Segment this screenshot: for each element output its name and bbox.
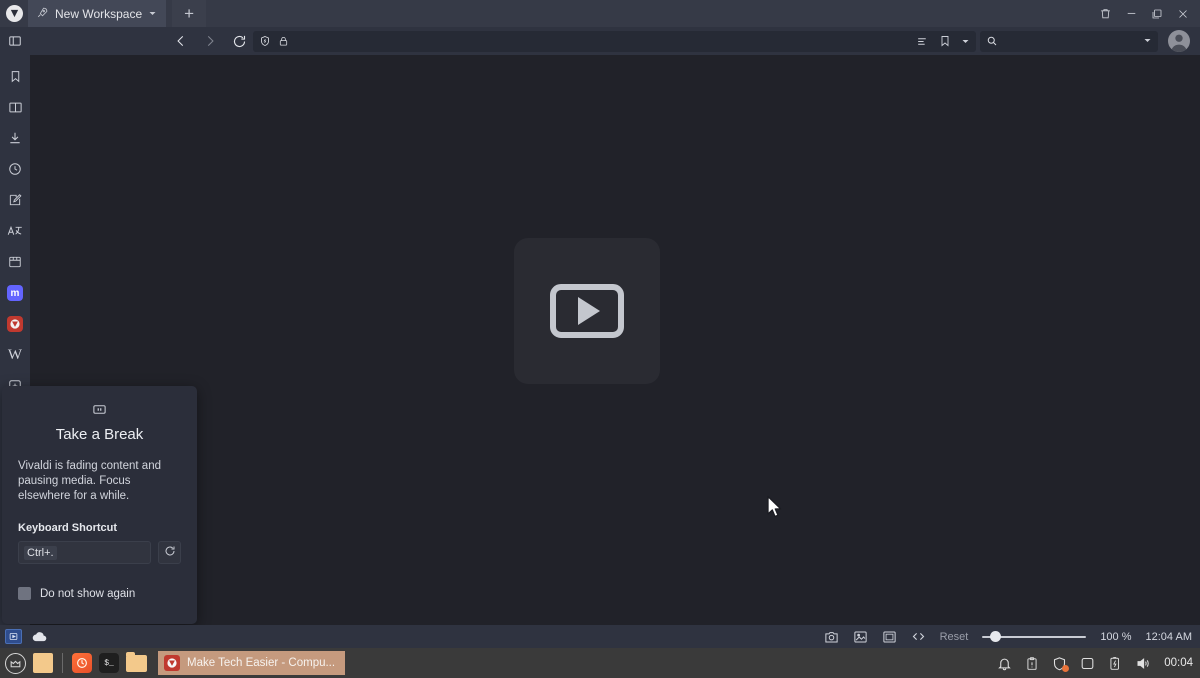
taskbar-window-title: Make Tech Easier - Compu... <box>187 657 336 669</box>
pause-icon <box>18 402 181 417</box>
sidebar-item-translate[interactable] <box>5 222 25 240</box>
taskbar-window-button[interactable]: Make Tech Easier - Compu... <box>158 651 346 675</box>
camera-capture-icon[interactable] <box>824 630 839 644</box>
take-a-break-popup: Take a Break Vivaldi is fading content a… <box>2 386 197 624</box>
tile-icon[interactable] <box>882 630 897 644</box>
vivaldi-icon <box>164 655 180 671</box>
sidebar-item-notes[interactable] <box>5 191 25 209</box>
status-bar-right: Reset 100 % 12:04 AM <box>824 630 1200 644</box>
address-bar[interactable] <box>253 30 976 52</box>
new-tab-button[interactable]: + <box>172 0 207 27</box>
image-toggle-icon[interactable] <box>853 630 868 644</box>
zoom-reset-button[interactable]: Reset <box>940 631 969 643</box>
code-icon[interactable] <box>911 630 926 643</box>
keyboard-shortcut-label: Keyboard Shortcut <box>18 522 118 534</box>
clipboard-alert-icon[interactable] <box>1025 656 1039 671</box>
do-not-show-again-label: Do not show again <box>40 587 136 600</box>
taskbar-launchers: $_ Make Tech Easier - Compu... <box>0 651 346 675</box>
title-bar: New Workspace + <box>0 0 1200 27</box>
address-bar-actions <box>916 35 970 48</box>
sidebar-item-bookmarks[interactable] <box>5 67 25 85</box>
do-not-show-again-checkbox[interactable] <box>18 587 31 600</box>
firefox-icon[interactable] <box>72 653 92 673</box>
sidebar-item-history[interactable] <box>5 160 25 178</box>
trash-icon[interactable] <box>1092 0 1118 27</box>
mouse-cursor <box>766 495 783 525</box>
lock-icon[interactable] <box>278 36 289 47</box>
chevron-down-icon[interactable] <box>148 7 157 21</box>
browser-window: New Workspace + m W Take a Break Vivaldi… <box>0 0 1200 678</box>
os-taskbar: $_ Make Tech Easier - Compu... 00:04 <box>0 648 1200 678</box>
show-desktop-icon[interactable] <box>33 653 53 673</box>
rocket-icon <box>36 6 49 22</box>
panel-toggle-icon[interactable] <box>0 34 30 48</box>
sidebar-item-reading-list[interactable] <box>5 98 25 116</box>
status-bar-clock: 12:04 AM <box>1145 630 1192 643</box>
status-bar: Reset 100 % 12:04 AM <box>0 625 1200 648</box>
sidebar-item-mastodon[interactable]: m <box>5 284 25 302</box>
navigation-toolbar <box>0 27 1200 55</box>
reload-icon[interactable] <box>231 32 247 50</box>
maximize-icon[interactable] <box>1144 0 1170 27</box>
titlebar-drag-area <box>206 0 1092 27</box>
profile-avatar <box>1168 30 1190 52</box>
video-play-placeholder-icon[interactable] <box>514 238 660 384</box>
taskbar-separator <box>62 653 63 673</box>
linux-mint-menu-icon[interactable] <box>5 652 26 674</box>
shortcut-input[interactable]: Ctrl+. <box>18 541 151 564</box>
minimize-icon[interactable] <box>1118 0 1144 27</box>
reader-mode-icon[interactable] <box>916 35 929 48</box>
plus-icon: + <box>184 4 195 23</box>
bookmark-icon[interactable] <box>939 35 951 47</box>
terminal-icon[interactable]: $_ <box>99 653 119 673</box>
shortcut-value: Ctrl+. <box>24 545 57 560</box>
sidebar-item-downloads[interactable] <box>5 129 25 147</box>
vivaldi-logo-icon[interactable] <box>6 5 23 22</box>
page-content <box>30 55 1200 625</box>
shield-icon[interactable] <box>259 35 271 47</box>
status-bar-left <box>0 629 47 644</box>
keyboard-shortcut-row: Ctrl+. <box>18 541 181 564</box>
zoom-slider[interactable] <box>982 631 1087 643</box>
wikipedia-icon: W <box>7 346 23 363</box>
chevron-down-icon[interactable] <box>961 37 970 46</box>
speaker-icon[interactable] <box>1135 656 1151 671</box>
back-arrow-icon[interactable] <box>173 32 189 50</box>
cloud-icon[interactable] <box>31 630 47 643</box>
play-button-outline <box>550 284 624 338</box>
battery-charging-icon[interactable] <box>1108 656 1122 671</box>
shield-icon[interactable] <box>1052 656 1070 672</box>
sidebar-item-vivaldi-web[interactable] <box>5 315 25 333</box>
search-field[interactable] <box>980 30 1158 52</box>
play-triangle-icon <box>578 297 600 325</box>
forward-arrow-icon[interactable] <box>202 32 218 50</box>
display-icon[interactable] <box>1080 656 1095 671</box>
do-not-show-again-row[interactable]: Do not show again <box>18 587 181 600</box>
shield-status-dot <box>1062 664 1070 672</box>
bell-icon[interactable] <box>997 656 1012 671</box>
window-controls <box>1092 0 1196 27</box>
zoom-slider-thumb[interactable] <box>990 631 1002 642</box>
system-tray: 00:04 <box>997 656 1200 672</box>
vivaldi-icon <box>7 316 23 332</box>
shortcut-reset-button[interactable] <box>158 541 181 564</box>
sidebar-item-wikipedia[interactable]: W <box>5 346 25 364</box>
reset-icon <box>164 544 176 562</box>
zoom-level-value: 100 % <box>1100 630 1132 643</box>
taskbar-clock: 00:04 <box>1164 657 1193 669</box>
popup-title: Take a Break <box>55 426 144 443</box>
profile-button[interactable] <box>1158 30 1200 52</box>
popup-description: Vivaldi is fading content and pausing me… <box>18 460 161 502</box>
mastodon-icon: m <box>7 285 23 301</box>
file-manager-icon[interactable] <box>126 651 147 672</box>
nav-buttons <box>173 32 247 50</box>
sidebar-item-window-panel[interactable] <box>5 253 25 271</box>
close-icon[interactable] <box>1170 0 1196 27</box>
search-icon <box>986 35 998 47</box>
workspace-tab-label: New Workspace <box>55 6 143 21</box>
workspace-tab[interactable]: New Workspace <box>28 0 167 27</box>
chevron-down-icon[interactable] <box>1143 32 1152 50</box>
video-popout-icon[interactable] <box>5 629 22 644</box>
